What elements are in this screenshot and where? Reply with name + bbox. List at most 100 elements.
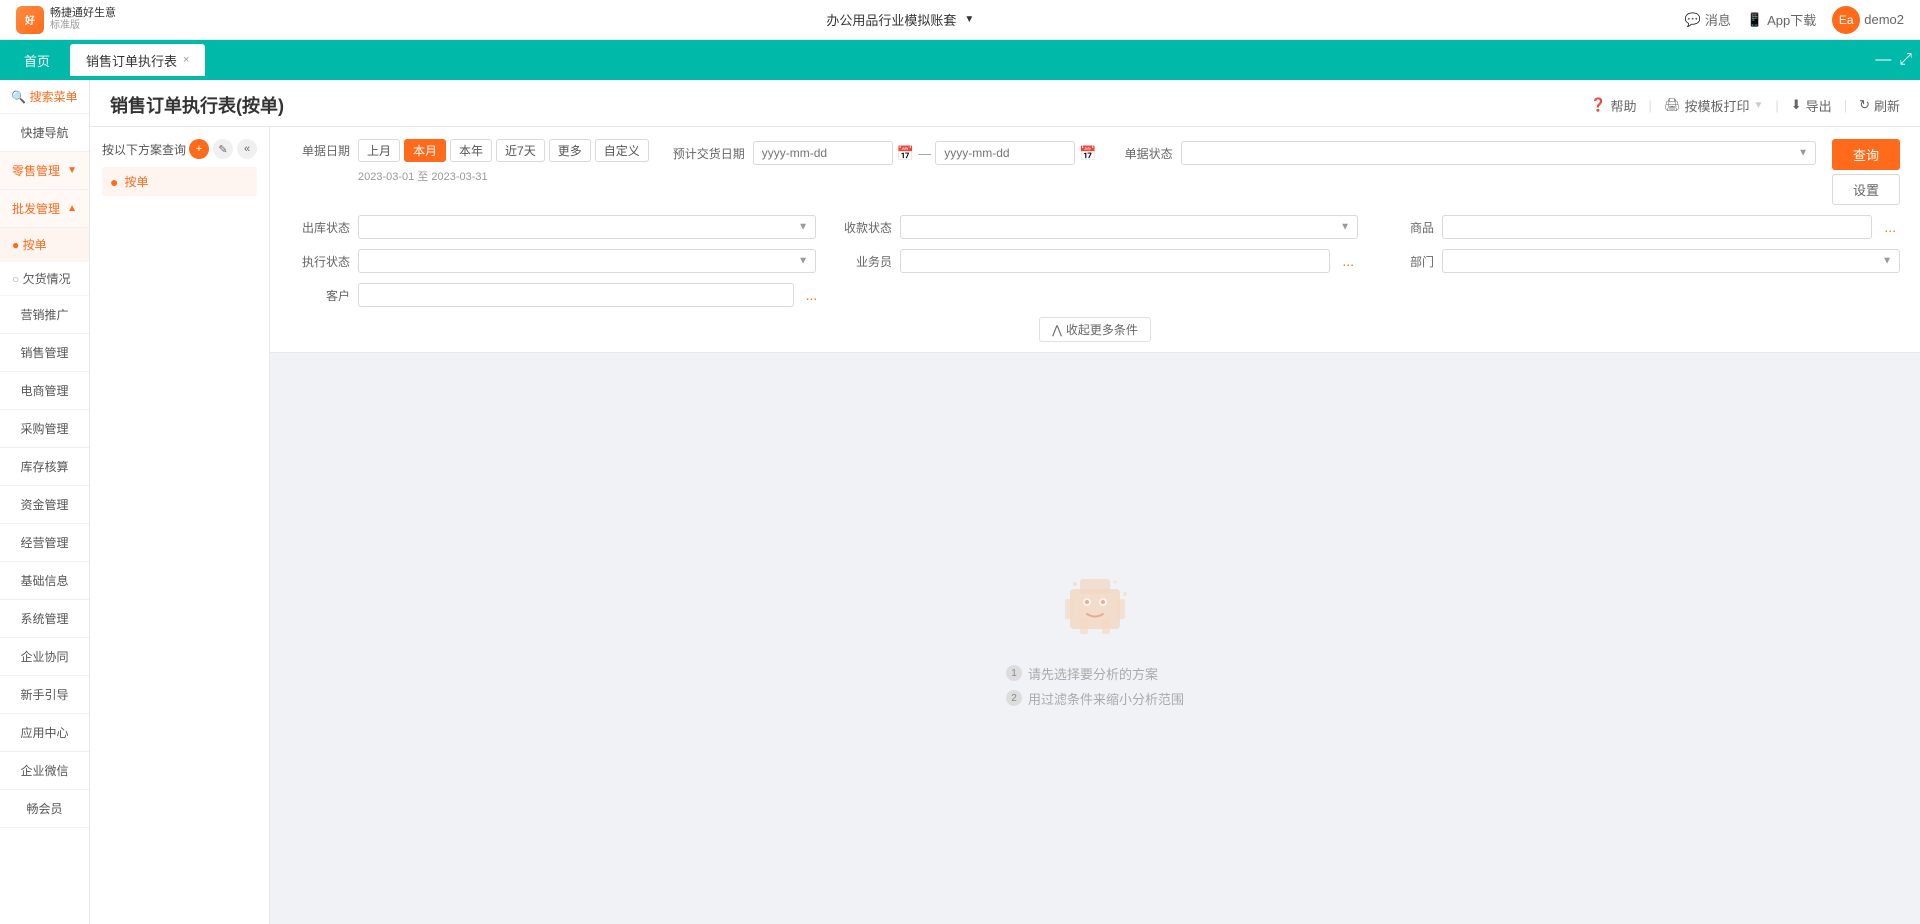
sidebar-item-sales[interactable]: 销售管理 [0, 334, 89, 372]
date-btn-this-month[interactable]: 本月 [404, 139, 446, 162]
date-buttons: 上月 本月 本年 近7天 更多 自定义 [358, 139, 649, 162]
tab-minimize-btn[interactable]: — [1875, 51, 1891, 69]
exec-status-label: 执行状态 [290, 253, 350, 270]
top-bar-right: 💬 消息 📱 App下载 Ea demo2 [1685, 6, 1904, 34]
goods-cell: 商品 ... [1374, 215, 1900, 239]
sidebar-item-appcenter[interactable]: 应用中心 [0, 714, 89, 752]
sidebar-item-member[interactable]: 畅会员 [0, 790, 89, 828]
collapse-panel-btn[interactable]: « [237, 139, 257, 159]
sidebar-quicknav[interactable]: 快捷导航 [0, 114, 89, 152]
salesperson-picker-btn[interactable]: ... [1338, 253, 1358, 269]
content-area: 销售订单执行表(按单) ❓ 帮助 | 🖨 按模板打印 ▼ | ⬇ 导出 | [90, 80, 1920, 924]
customer-label: 客户 [290, 287, 350, 304]
receipt-status-label: 收款状态 [832, 219, 892, 236]
sidebar-item-system[interactable]: 系统管理 [0, 600, 89, 638]
date-label: 单据日期 [290, 142, 350, 159]
sidebar-item-purchase[interactable]: 采购管理 [0, 410, 89, 448]
app-download-btn[interactable]: 📱 App下载 [1747, 10, 1816, 29]
delivery-status-select[interactable] [358, 215, 816, 239]
sidebar-item-retail[interactable]: 零售管理 ▼ [0, 152, 89, 190]
calendar-end-icon[interactable]: 📅 [1079, 145, 1096, 162]
customer-picker-btn[interactable]: ... [802, 287, 822, 303]
left-filter-actions: + ✎ « [189, 139, 257, 159]
page-actions: ❓ 帮助 | 🖨 按模板打印 ▼ | ⬇ 导出 | ↻ 刷新 [1590, 96, 1900, 115]
message-icon: 💬 [1685, 12, 1701, 28]
sidebar-item-finance[interactable]: 资金管理 [0, 486, 89, 524]
expand-icon-wholesale: ▲ [67, 203, 77, 214]
sidebar-item-basics[interactable]: 基础信息 [0, 562, 89, 600]
delivery-status-label: 出库状态 [290, 219, 350, 236]
logo-area: 好 畅捷通好生意 标准版 [16, 6, 116, 34]
tab-close-icon[interactable]: × [183, 54, 189, 66]
right-content: 单据日期 上月 本月 本年 近7天 更多 自定义 [270, 127, 1920, 924]
workspace-selector[interactable]: 办公用品行业模拟账套 ▼ [826, 10, 974, 29]
sidebar-item-newbie[interactable]: 新手引导 [0, 676, 89, 714]
customer-input[interactable] [358, 283, 794, 307]
date-btn-7days[interactable]: 近7天 [496, 139, 545, 162]
status-select-wrapper: ▼ [1181, 141, 1816, 165]
sidebar-search[interactable]: 🔍 搜索菜单 [0, 80, 89, 114]
exec-status-select[interactable] [358, 249, 816, 273]
dept-select[interactable] [1442, 249, 1900, 273]
refresh-icon: ↻ [1859, 97, 1870, 113]
delivery-status-cell: 出库状态 ▼ [290, 215, 816, 239]
tab-sales-execution[interactable]: 销售订单执行表 × [70, 44, 205, 76]
salesperson-cell: 业务员 ... [832, 249, 1358, 273]
sidebar-item-inventory[interactable]: 库存核算 [0, 448, 89, 486]
dept-label: 部门 [1374, 253, 1434, 270]
sidebar-item-enterprise[interactable]: 企业协同 [0, 638, 89, 676]
collapse-icon: ⋀ [1052, 323, 1062, 337]
print-dropdown-icon: ▼ [1753, 100, 1763, 111]
tab-home[interactable]: 首页 [8, 45, 66, 76]
avatar: Ea [1832, 6, 1860, 34]
filter-plan-by-order[interactable]: ● 按单 [102, 167, 257, 196]
sidebar-item-wechat[interactable]: 企业微信 [0, 752, 89, 790]
sidebar-item-marketing[interactable]: 营销推广 [0, 296, 89, 334]
salesperson-input[interactable] [900, 249, 1330, 273]
print-btn[interactable]: 🖨 按模板打印 ▼ [1664, 96, 1763, 115]
date-dash: — [918, 146, 931, 161]
sidebar-item-wholesale[interactable]: 批发管理 ▲ [0, 190, 89, 228]
tab-bar: 首页 销售订单执行表 × — ⤢ [0, 40, 1920, 80]
sidebar-subitem-shortage[interactable]: ○ 欠货情况 [0, 262, 89, 296]
edit-plan-btn[interactable]: ✎ [213, 139, 233, 159]
receipt-select-wrapper: ▼ [900, 215, 1358, 239]
plan-icon: ● [110, 174, 118, 190]
help-btn[interactable]: ❓ 帮助 [1590, 96, 1636, 115]
date-btn-last-month[interactable]: 上月 [358, 139, 400, 162]
expected-date-end[interactable] [935, 141, 1075, 165]
status-select[interactable] [1181, 141, 1816, 165]
sidebar-item-ecommerce[interactable]: 电商管理 [0, 372, 89, 410]
goods-picker-btn[interactable]: ... [1880, 219, 1900, 235]
date-range-display: 2023-03-01 至 2023-03-31 [358, 168, 488, 184]
sub-icon: ● [12, 238, 19, 252]
empty-tips: 1 请先选择要分析的方案 2 用过滤条件来缩小分析范围 [1006, 664, 1184, 714]
goods-input[interactable] [1442, 215, 1872, 239]
date-btn-custom[interactable]: 自定义 [595, 139, 649, 162]
user-avatar-btn[interactable]: Ea demo2 [1832, 6, 1904, 34]
date-btn-more[interactable]: 更多 [549, 139, 591, 162]
sidebar-item-operations[interactable]: 经营管理 [0, 524, 89, 562]
main-layout: 🔍 搜索菜单 快捷导航 零售管理 ▼ 批发管理 ▲ ● 按单 ○ 欠货情况 营销… [0, 80, 1920, 924]
settings-button[interactable]: 设置 [1832, 174, 1900, 205]
add-plan-btn[interactable]: + [189, 139, 209, 159]
date-btn-this-year[interactable]: 本年 [450, 139, 492, 162]
expected-date-range: 📅 — 📅 [753, 141, 1097, 165]
expand-icon: ▼ [67, 165, 77, 176]
calendar-start-icon[interactable]: 📅 [897, 145, 914, 162]
refresh-btn[interactable]: ↻ 刷新 [1859, 96, 1900, 115]
expected-date-start[interactable] [753, 141, 893, 165]
receipt-status-select[interactable] [900, 215, 1358, 239]
message-btn[interactable]: 💬 消息 [1685, 10, 1731, 29]
goods-label: 商品 [1374, 219, 1434, 236]
receipt-status-cell: 收款状态 ▼ [832, 215, 1358, 239]
tab-maximize-btn[interactable]: ⤢ [1899, 51, 1912, 69]
search-icon: 🔍 [11, 90, 26, 104]
query-button[interactable]: 查询 [1832, 139, 1900, 170]
sidebar: 🔍 搜索菜单 快捷导航 零售管理 ▼ 批发管理 ▲ ● 按单 ○ 欠货情况 营销… [0, 80, 90, 924]
export-btn[interactable]: ⬇ 导出 [1791, 96, 1832, 115]
dept-cell: 部门 ▼ [1374, 249, 1900, 273]
sidebar-subitem-by-order[interactable]: ● 按单 [0, 228, 89, 262]
help-icon: ❓ [1590, 97, 1606, 113]
collapse-conditions-btn[interactable]: ⋀ 收起更多条件 [1039, 317, 1151, 342]
